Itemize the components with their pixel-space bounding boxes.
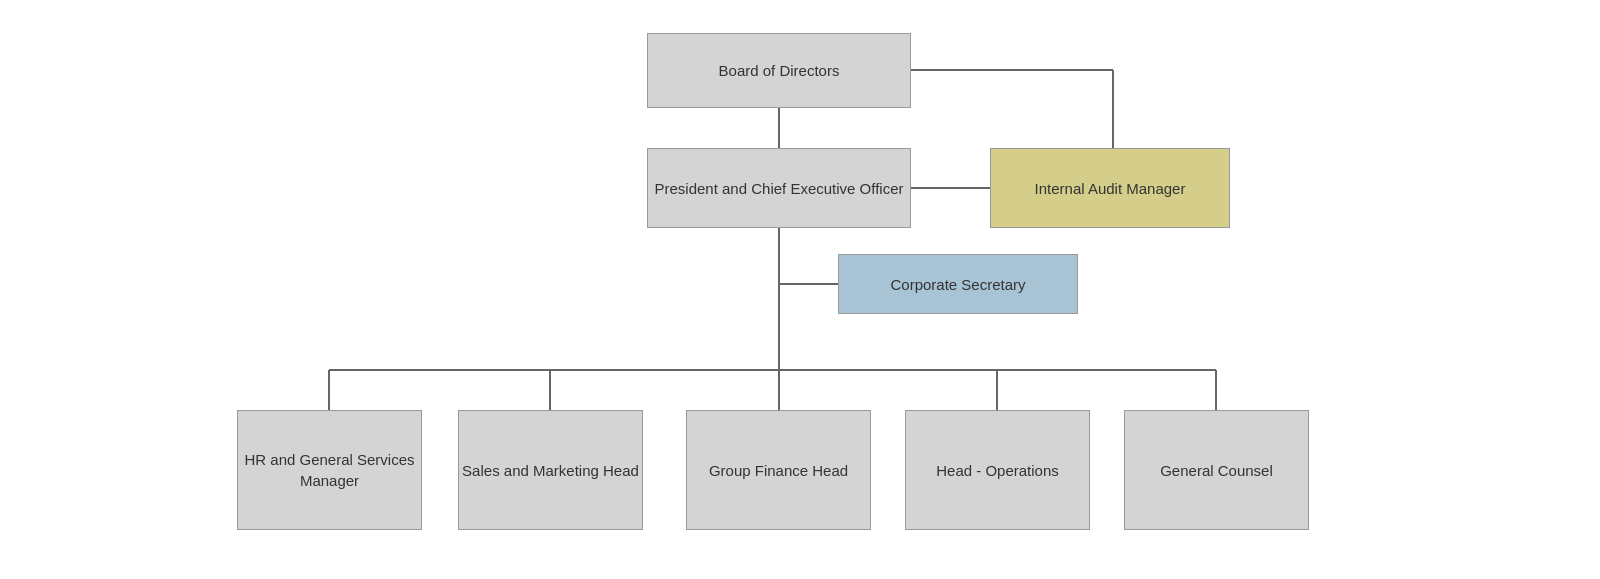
hr-manager-node: HR and General Services Manager [237,410,422,530]
board-of-directors-node: Board of Directors [647,33,911,108]
secretary-label: Corporate Secretary [890,274,1025,295]
hr-label: HR and General Services Manager [238,449,421,491]
finance-label: Group Finance Head [709,460,848,481]
board-label: Board of Directors [719,60,840,81]
general-counsel-node: General Counsel [1124,410,1309,530]
internal-audit-node: Internal Audit Manager [990,148,1230,228]
audit-label: Internal Audit Manager [1035,178,1186,199]
president-label: President and Chief Executive Officer [654,178,903,199]
counsel-label: General Counsel [1160,460,1273,481]
operations-label: Head - Operations [936,460,1059,481]
sales-marketing-node: Sales and Marketing Head [458,410,643,530]
sales-label: Sales and Marketing Head [462,460,639,481]
president-ceo-node: President and Chief Executive Officer [647,148,911,228]
org-chart: Board of Directors President and Chief E… [0,0,1600,579]
head-operations-node: Head - Operations [905,410,1090,530]
corporate-secretary-node: Corporate Secretary [838,254,1078,314]
group-finance-node: Group Finance Head [686,410,871,530]
